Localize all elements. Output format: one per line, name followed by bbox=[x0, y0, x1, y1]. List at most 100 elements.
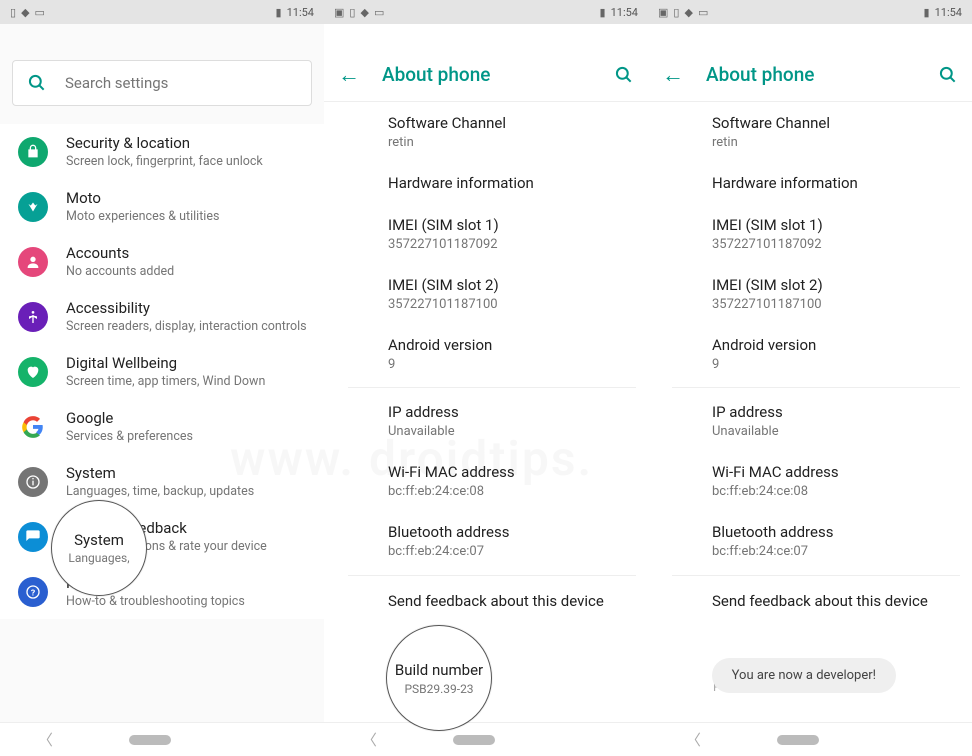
settings-item-title: System bbox=[66, 464, 254, 482]
settings-item-security-location[interactable]: Security & location Screen lock, fingerpr… bbox=[0, 124, 324, 179]
about-item-wi-fi-mac-address[interactable]: Wi-Fi MAC addressbc:ff:eb:24:ce:08 bbox=[712, 451, 960, 511]
about-item-bluetooth-address[interactable]: Bluetooth addressbc:ff:eb:24:ce:07 bbox=[388, 511, 636, 571]
nav-back-icon[interactable]: 〈 bbox=[38, 729, 53, 750]
about-item-software-channel[interactable]: Software Channelretin bbox=[388, 102, 636, 162]
about-item-android-version[interactable]: Android version9 bbox=[388, 324, 636, 384]
about-item-imei-sim-slot-2-[interactable]: IMEI (SIM slot 2) 357227101187100 bbox=[712, 264, 960, 324]
settings-item-icon bbox=[18, 302, 48, 332]
about-item-label: IP address bbox=[712, 403, 960, 421]
shield-icon: ◆ bbox=[21, 6, 29, 19]
settings-item-rating-feedback[interactable]: Rating & feedbackSend suggestions & rate… bbox=[0, 509, 324, 564]
about-item-hardware-information[interactable]: Hardware information bbox=[712, 162, 960, 204]
search-icon[interactable] bbox=[614, 65, 634, 85]
settings-item-icon bbox=[18, 357, 48, 387]
about-list-1: Software ChannelretinHardware informatio… bbox=[324, 102, 648, 622]
nav-home-pill[interactable] bbox=[453, 735, 495, 745]
shield-icon: ◆ bbox=[684, 6, 692, 19]
settings-item-title: Accounts bbox=[66, 244, 174, 262]
status-bar: ▣ ▯ ◆ ▭ ▮ 11:54 bbox=[324, 0, 648, 24]
status-time: 11:54 bbox=[611, 6, 638, 19]
search-settings-box[interactable]: Search settings bbox=[12, 60, 312, 106]
about-item-imei-sim-slot-2-[interactable]: IMEI (SIM slot 2)357227101187100 bbox=[388, 264, 636, 324]
about-item-label: IMEI (SIM slot 2) bbox=[712, 276, 960, 294]
back-arrow-icon[interactable]: ← bbox=[662, 62, 684, 88]
status-bar: ▯ ◆ ▭ ▮ 11:54 bbox=[0, 0, 324, 24]
about-item-send-feedback-about-this-device[interactable]: Send feedback about this device bbox=[712, 580, 960, 622]
search-icon bbox=[27, 73, 47, 93]
about-item-android-version[interactable]: Android version9 bbox=[712, 324, 960, 384]
about-item-bluetooth-address[interactable]: Bluetooth addressbc:ff:eb:24:ce:07 bbox=[712, 511, 960, 571]
about-list-2: Software Channel retin Hardware informatio… bbox=[648, 102, 972, 622]
settings-item-help[interactable]: ?HelpHow-to & troubleshooting topics bbox=[0, 564, 324, 619]
sim-icon: ▯ bbox=[10, 6, 16, 19]
settings-item-moto[interactable]: MotoMoto experiences & utilities bbox=[0, 179, 324, 234]
page-title: About phone bbox=[382, 63, 592, 86]
message-icon: ▭ bbox=[698, 6, 708, 19]
about-item-ip-address[interactable]: IP address Unavailable bbox=[388, 391, 636, 451]
about-item-imei-sim-slot-1-[interactable]: IMEI (SIM slot 1) 357227101187092 bbox=[712, 204, 960, 264]
settings-item-subtitle: Screen readers, display, interaction con… bbox=[66, 319, 307, 334]
settings-item-accounts[interactable]: Accounts No accounts added bbox=[0, 234, 324, 289]
about-item-value: Unavailable bbox=[388, 424, 636, 439]
developer-toast: You are now a developer! bbox=[712, 658, 896, 693]
picture-icon: ▣ bbox=[334, 6, 344, 19]
about-item-send-feedback-about-this-device[interactable]: Send feedback about this device bbox=[388, 580, 636, 622]
about-item-label: Bluetooth address bbox=[712, 523, 960, 541]
about-item-value: bc:ff:eb:24:ce:08 bbox=[712, 484, 960, 499]
battery-icon: ▮ bbox=[600, 6, 606, 19]
search-placeholder: Search settings bbox=[65, 74, 168, 92]
battery-icon: ▮ bbox=[276, 6, 282, 19]
settings-item-subtitle: How-to & troubleshooting topics bbox=[66, 594, 245, 609]
settings-item-subtitle: Screen lock, fingerprint, face unlock bbox=[66, 154, 263, 169]
about-item-value: retin bbox=[712, 135, 960, 150]
highlight-system: System Languages, bbox=[51, 500, 147, 596]
settings-item-title: Moto bbox=[66, 189, 219, 207]
about-item-value: 357227101187100 bbox=[712, 297, 960, 312]
nav-bar: 〈 bbox=[324, 722, 648, 756]
about-item-hardware-information[interactable]: Hardware information bbox=[388, 162, 636, 204]
settings-item-accessibility[interactable]: Accessibility Screen readers, display, in… bbox=[0, 289, 324, 344]
settings-item-subtitle: Services & preferences bbox=[66, 429, 193, 444]
settings-item-digital-wellbeing[interactable]: Digital WellbeingScreen time, app timers… bbox=[0, 344, 324, 399]
about-item-label: IMEI (SIM slot 1) bbox=[712, 216, 960, 234]
shield-icon: ◆ bbox=[360, 6, 368, 19]
settings-item-icon bbox=[18, 522, 48, 552]
back-arrow-icon[interactable]: ← bbox=[338, 62, 360, 88]
about-item-label: Software Channel bbox=[388, 114, 636, 132]
settings-item-google[interactable]: GoogleServices & preferences bbox=[0, 399, 324, 454]
about-item-label: IMEI (SIM slot 2) bbox=[388, 276, 636, 294]
nav-bar: 〈 bbox=[0, 722, 324, 756]
settings-item-icon bbox=[18, 467, 48, 497]
about-item-label: Send feedback about this device bbox=[712, 592, 960, 610]
nav-home-pill[interactable] bbox=[129, 735, 171, 745]
settings-item-subtitle: Screen time, app timers, Wind Down bbox=[66, 374, 265, 389]
status-bar: ▣ ▯ ◆ ▭ ▮ 11:54 bbox=[648, 0, 972, 24]
settings-item-title: Accessibility bbox=[66, 299, 307, 317]
settings-item-icon: ? bbox=[18, 577, 48, 607]
about-item-label: Software Channel bbox=[712, 114, 960, 132]
page-title: About phone bbox=[706, 63, 916, 86]
about-item-label: IP address bbox=[388, 403, 636, 421]
nav-back-icon[interactable]: 〈 bbox=[362, 729, 377, 750]
about-item-label: IMEI (SIM slot 1) bbox=[388, 216, 636, 234]
settings-item-title: Security & location bbox=[66, 134, 263, 152]
picture-icon: ▣ bbox=[658, 6, 668, 19]
about-item-label: Hardware information bbox=[712, 174, 960, 192]
search-icon[interactable] bbox=[938, 65, 958, 85]
highlight-build-label: Build number bbox=[395, 661, 483, 679]
nav-bar: 〈 bbox=[648, 722, 972, 756]
about-item-value: 357227101187092 bbox=[712, 237, 960, 252]
about-item-wi-fi-mac-address[interactable]: Wi-Fi MAC addressbc:ff:eb:24:ce:08 bbox=[388, 451, 636, 511]
about-item-software-channel[interactable]: Software Channel retin bbox=[712, 102, 960, 162]
about-item-imei-sim-slot-1-[interactable]: IMEI (SIM slot 1)357227101187092 bbox=[388, 204, 636, 264]
about-item-ip-address[interactable]: IP addressUnavailable bbox=[712, 391, 960, 451]
settings-item-subtitle: No accounts added bbox=[66, 264, 174, 279]
settings-item-icon bbox=[18, 247, 48, 277]
settings-item-system[interactable]: SystemLanguages, time, backup, updates bbox=[0, 454, 324, 509]
nav-back-icon[interactable]: 〈 bbox=[686, 729, 701, 750]
status-time: 11:54 bbox=[935, 6, 962, 19]
settings-list: Security & location Screen lock, fingerpr… bbox=[0, 124, 324, 619]
highlight-system-sub: Languages, bbox=[68, 551, 129, 565]
nav-home-pill[interactable] bbox=[777, 735, 819, 745]
about-header: ← About phone bbox=[324, 48, 648, 102]
